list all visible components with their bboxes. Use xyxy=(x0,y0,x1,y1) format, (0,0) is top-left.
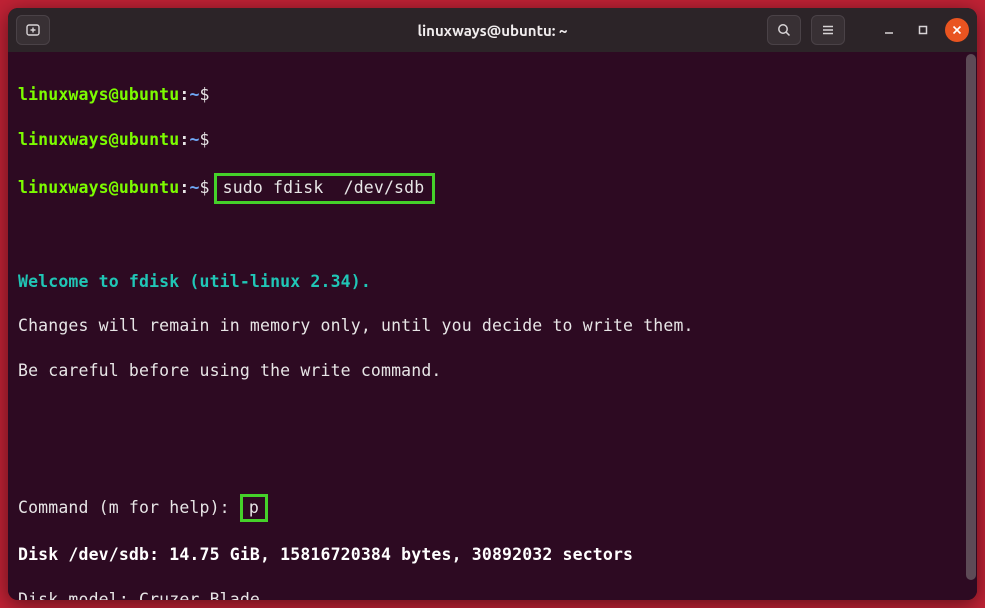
p-input: p xyxy=(249,498,259,517)
blank-line xyxy=(18,404,971,426)
fdisk-info-line: Changes will remain in memory only, unti… xyxy=(18,315,971,337)
prompt-user: linuxways@ubuntu xyxy=(18,85,179,104)
terminal-content[interactable]: linuxways@ubuntu:~$ linuxways@ubuntu:~$ … xyxy=(8,52,977,600)
disk-model: Disk model: Cruzer Blade xyxy=(18,589,971,600)
prompt-line: linuxways@ubuntu:~$ xyxy=(18,129,971,151)
command-text: sudo fdisk /dev/sdb xyxy=(223,178,425,197)
minimize-button[interactable] xyxy=(877,18,901,42)
terminal-window: linuxways@ubuntu: ~ linuxways@ubuntu:~$ … xyxy=(8,8,977,600)
menu-button[interactable] xyxy=(811,15,845,45)
fdisk-command-prompt: Command (m for help): p xyxy=(18,494,971,522)
titlebar: linuxways@ubuntu: ~ xyxy=(8,8,977,52)
search-button[interactable] xyxy=(767,15,801,45)
prompt-line: linuxways@ubuntu:~$ xyxy=(18,84,971,106)
scrollbar[interactable] xyxy=(965,52,977,600)
maximize-button[interactable] xyxy=(911,18,935,42)
scrollbar-thumb[interactable] xyxy=(966,54,976,580)
close-button[interactable] xyxy=(945,18,969,42)
new-tab-button[interactable] xyxy=(16,15,50,45)
prompt-line-with-cmd: linuxways@ubuntu:~$sudo fdisk /dev/sdb xyxy=(18,173,971,203)
disk-summary: Disk /dev/sdb: 14.75 GiB, 15816720384 by… xyxy=(18,544,971,566)
command-highlight-box: sudo fdisk /dev/sdb xyxy=(214,173,436,203)
p-highlight-box: p xyxy=(240,494,268,522)
blank-line xyxy=(18,226,971,248)
blank-line xyxy=(18,449,971,471)
fdisk-info-line: Be careful before using the write comman… xyxy=(18,360,971,382)
fdisk-welcome: Welcome to fdisk (util-linux 2.34). xyxy=(18,271,971,293)
